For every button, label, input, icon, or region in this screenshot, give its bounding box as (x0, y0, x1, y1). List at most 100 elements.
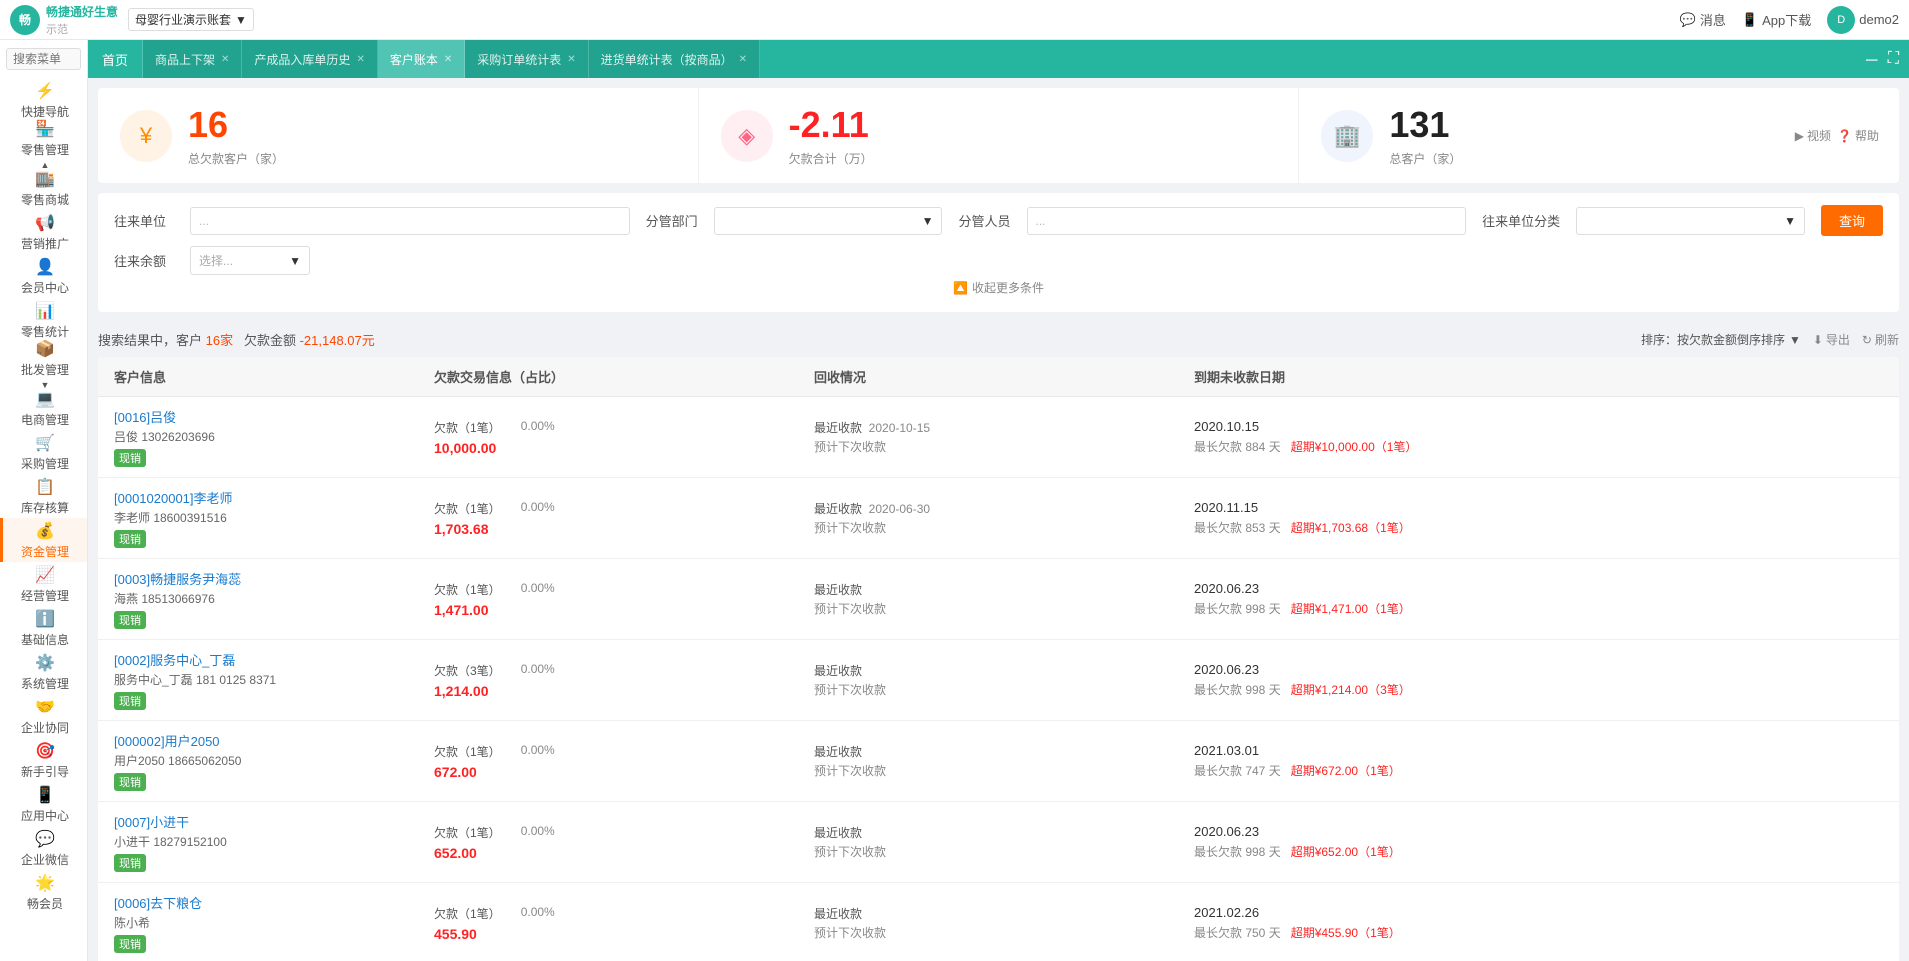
sidebar-item-system[interactable]: ⚙️ 系统管理 (0, 650, 87, 694)
app-download-button[interactable]: 📱 App下载 (1742, 10, 1811, 29)
sidebar-item-purchase[interactable]: 🛒 采购管理 (0, 430, 87, 474)
sidebar-item-retail-stats[interactable]: 📊 零售统计 (0, 298, 87, 342)
overdue-amount[interactable]: 超期¥652.00（1笔） (1291, 845, 1401, 859)
overdue-days: 最长欠款 750 天 超期¥455.90（1笔） (1194, 924, 1883, 941)
table-row: [0016]吕俊 吕俊 13026203696 现销 欠款（1笔） 10,000… (98, 397, 1899, 478)
sidebar-item-app-center[interactable]: 📱 应用中心 (0, 782, 87, 826)
customer-cell: [0007]小进干 小进干 18279152100 现销 (114, 812, 434, 872)
tab-close-icon[interactable]: ✕ (356, 54, 364, 65)
tab-home[interactable]: 首页 (88, 40, 143, 78)
tab-customer-account[interactable]: 客户账本 ✕ (378, 40, 465, 78)
sidebar-item-operations[interactable]: 📈 经营管理 (0, 562, 87, 606)
customer-tag: 现销 (114, 611, 146, 629)
sort-select[interactable]: 排序：按欠款金额倒序排序 ▼ (1641, 331, 1801, 348)
collapse-button[interactable]: 🔼 收起更多条件 (114, 275, 1883, 300)
customer-name[interactable]: [0016]吕俊 (114, 407, 434, 426)
sidebar-item-wechat[interactable]: 💬 企业微信 (0, 826, 87, 870)
sidebar-item-retail-mall[interactable]: 🏬 零售商城 (0, 166, 87, 210)
customer-name[interactable]: [0007]小进干 (114, 812, 434, 831)
stats-row: ¥ 16 总欠款客户（家） ◈ -2.11 欠款合计（万） (98, 88, 1899, 183)
search-input[interactable] (6, 48, 81, 70)
sidebar-item-base-info[interactable]: ℹ️ 基础信息 (0, 606, 87, 650)
customer-name[interactable]: [0001020001]李老师 (114, 488, 434, 507)
tab-close-icon[interactable]: ✕ (221, 54, 229, 65)
customer-phone: 海燕 18513066976 (114, 590, 434, 607)
overdue-amount[interactable]: 超期¥1,471.00（1笔） (1291, 602, 1411, 616)
stat-icon-diamond: ◈ (721, 110, 773, 162)
customer-name[interactable]: [0006]去下粮仓 (114, 893, 434, 912)
tab-close-icon[interactable]: ✕ (567, 54, 575, 65)
tab-close-icon[interactable]: ✕ (444, 54, 452, 65)
customer-tag: 现销 (114, 935, 146, 953)
recovery-next: 预计下次收款 (814, 600, 1194, 617)
help-btn[interactable]: ❓ 帮助 (1837, 127, 1879, 144)
customer-name[interactable]: [0003]畅捷服务尹海蕊 (114, 569, 434, 588)
export-button[interactable]: ⬇ 导出 (1813, 331, 1850, 348)
col-header-recovery: 回收情况 (814, 367, 1194, 386)
overdue-amount[interactable]: 超期¥1,703.68（1笔） (1291, 521, 1411, 535)
sidebar-item-inventory[interactable]: 📋 库存核算 (0, 474, 87, 518)
message-button[interactable]: 💬 消息 (1680, 10, 1726, 29)
debt-amount: 672.00 (434, 764, 501, 780)
brand-name: 畅捷通好生意 (46, 3, 118, 20)
stat-card-debt-customers: ¥ 16 总欠款客户（家） (98, 88, 699, 183)
overdue-cell: 2020.06.23 最长欠款 998 天 超期¥1,471.00（1笔） (1194, 581, 1883, 617)
sidebar-item-finance[interactable]: 💰 资金管理 (0, 518, 87, 562)
table-row: [0003]畅捷服务尹海蕊 海燕 18513066976 现销 欠款（1笔） 1… (98, 559, 1899, 640)
filter-input-person[interactable]: ... (1027, 207, 1467, 235)
customer-phone: 小进干 18279152100 (114, 833, 434, 850)
video-btn[interactable]: ▶ 视频 (1795, 127, 1831, 144)
debt-info: 欠款（1笔） (434, 824, 501, 841)
filter-select-balance[interactable]: 选择... ▼ (190, 246, 310, 275)
filter-area: 往来单位 ... 分管部门 ▼ 分管人员 ... 往来单位 (98, 193, 1899, 312)
refresh-button[interactable]: ↻ 刷新 (1862, 331, 1899, 348)
chevron-down-icon: ▼ (922, 214, 934, 228)
customer-name[interactable]: [000002]用户2050 (114, 731, 434, 750)
overdue-days: 最长欠款 884 天 超期¥10,000.00（1笔） (1194, 438, 1883, 455)
company-select[interactable]: 母婴行业演示账套 ▼ (128, 8, 254, 31)
tab-maximize-icon[interactable]: ⛶ (1888, 50, 1899, 68)
chevron-down-icon3: ▼ (289, 254, 301, 268)
overdue-amount[interactable]: 超期¥1,214.00（3笔） (1291, 683, 1411, 697)
filter-input-unit[interactable]: ... (190, 207, 630, 235)
tab-goods-listing[interactable]: 商品上下架 ✕ (143, 40, 242, 78)
debt-info: 欠款（3笔） (434, 662, 501, 679)
stat-icon-money: ¥ (120, 110, 172, 162)
sidebar-item-member[interactable]: 👤 会员中心 (0, 254, 87, 298)
tab-purchase-order-stats[interactable]: 采购订单统计表 ✕ (465, 40, 588, 78)
overdue-amount[interactable]: 超期¥672.00（1笔） (1291, 764, 1401, 778)
tab-purchase-stats-by-goods[interactable]: 进货单统计表（按商品） ✕ (589, 40, 760, 78)
sidebar-item-marketing[interactable]: 📢 营销推广 (0, 210, 87, 254)
sidebar-item-collab[interactable]: 🤝 企业协同 (0, 694, 87, 738)
user-avatar[interactable]: D demo2 (1827, 6, 1899, 34)
recovery-label: 最近收款 2020-10-15 (814, 419, 1194, 436)
debt-ratio: 0.00% (521, 743, 555, 757)
tab-close-icon[interactable]: ✕ (739, 54, 747, 65)
debt-cell: 欠款（1笔） 1,471.00 0.00% (434, 581, 814, 618)
sidebar-item-retail-mgmt[interactable]: 🏪 零售管理 ▲ (0, 122, 87, 166)
results-actions: 排序：按欠款金额倒序排序 ▼ ⬇ 导出 ↻ 刷新 (1641, 331, 1899, 348)
sidebar-item-guide[interactable]: 🎯 新手引导 (0, 738, 87, 782)
overdue-amount[interactable]: 超期¥10,000.00（1笔） (1291, 440, 1418, 454)
filter-select-category[interactable]: ▼ (1576, 207, 1805, 235)
filter-label-balance: 往来余额 (114, 251, 174, 270)
sidebar-item-ecommerce[interactable]: 💻 电商管理 (0, 386, 87, 430)
debt-info: 欠款（1笔） (434, 743, 501, 760)
customer-tag: 现销 (114, 854, 146, 872)
filter-select-dept[interactable]: ▼ (714, 207, 943, 235)
recovery-label: 最近收款 (814, 743, 1194, 760)
query-button[interactable]: 查询 (1821, 205, 1883, 236)
debt-ratio: 0.00% (521, 905, 555, 919)
overdue-amount[interactable]: 超期¥455.90（1笔） (1291, 926, 1401, 940)
debt-cell: 欠款（1笔） 455.90 0.00% (434, 905, 814, 942)
customer-name[interactable]: [0002]服务中心_丁磊 (114, 650, 434, 669)
sidebar-item-wholesale[interactable]: 📦 批发管理 ▼ (0, 342, 87, 386)
content-body: ¥ 16 总欠款客户（家） ◈ -2.11 欠款合计（万） (88, 78, 1909, 961)
tab-minimize-icon[interactable]: － (1864, 47, 1880, 71)
customer-cell: [0006]去下粮仓 陈小希 现销 (114, 893, 434, 953)
tab-production-history[interactable]: 产成品入库单历史 ✕ (242, 40, 377, 78)
sidebar-item-quick-nav[interactable]: ⚡ 快捷导航 (0, 78, 87, 122)
debt-cell: 欠款（1笔） 652.00 0.00% (434, 824, 814, 861)
sidebar-item-vip[interactable]: 🌟 畅会员 (0, 870, 87, 914)
demo-tag: 示范 (46, 21, 118, 37)
